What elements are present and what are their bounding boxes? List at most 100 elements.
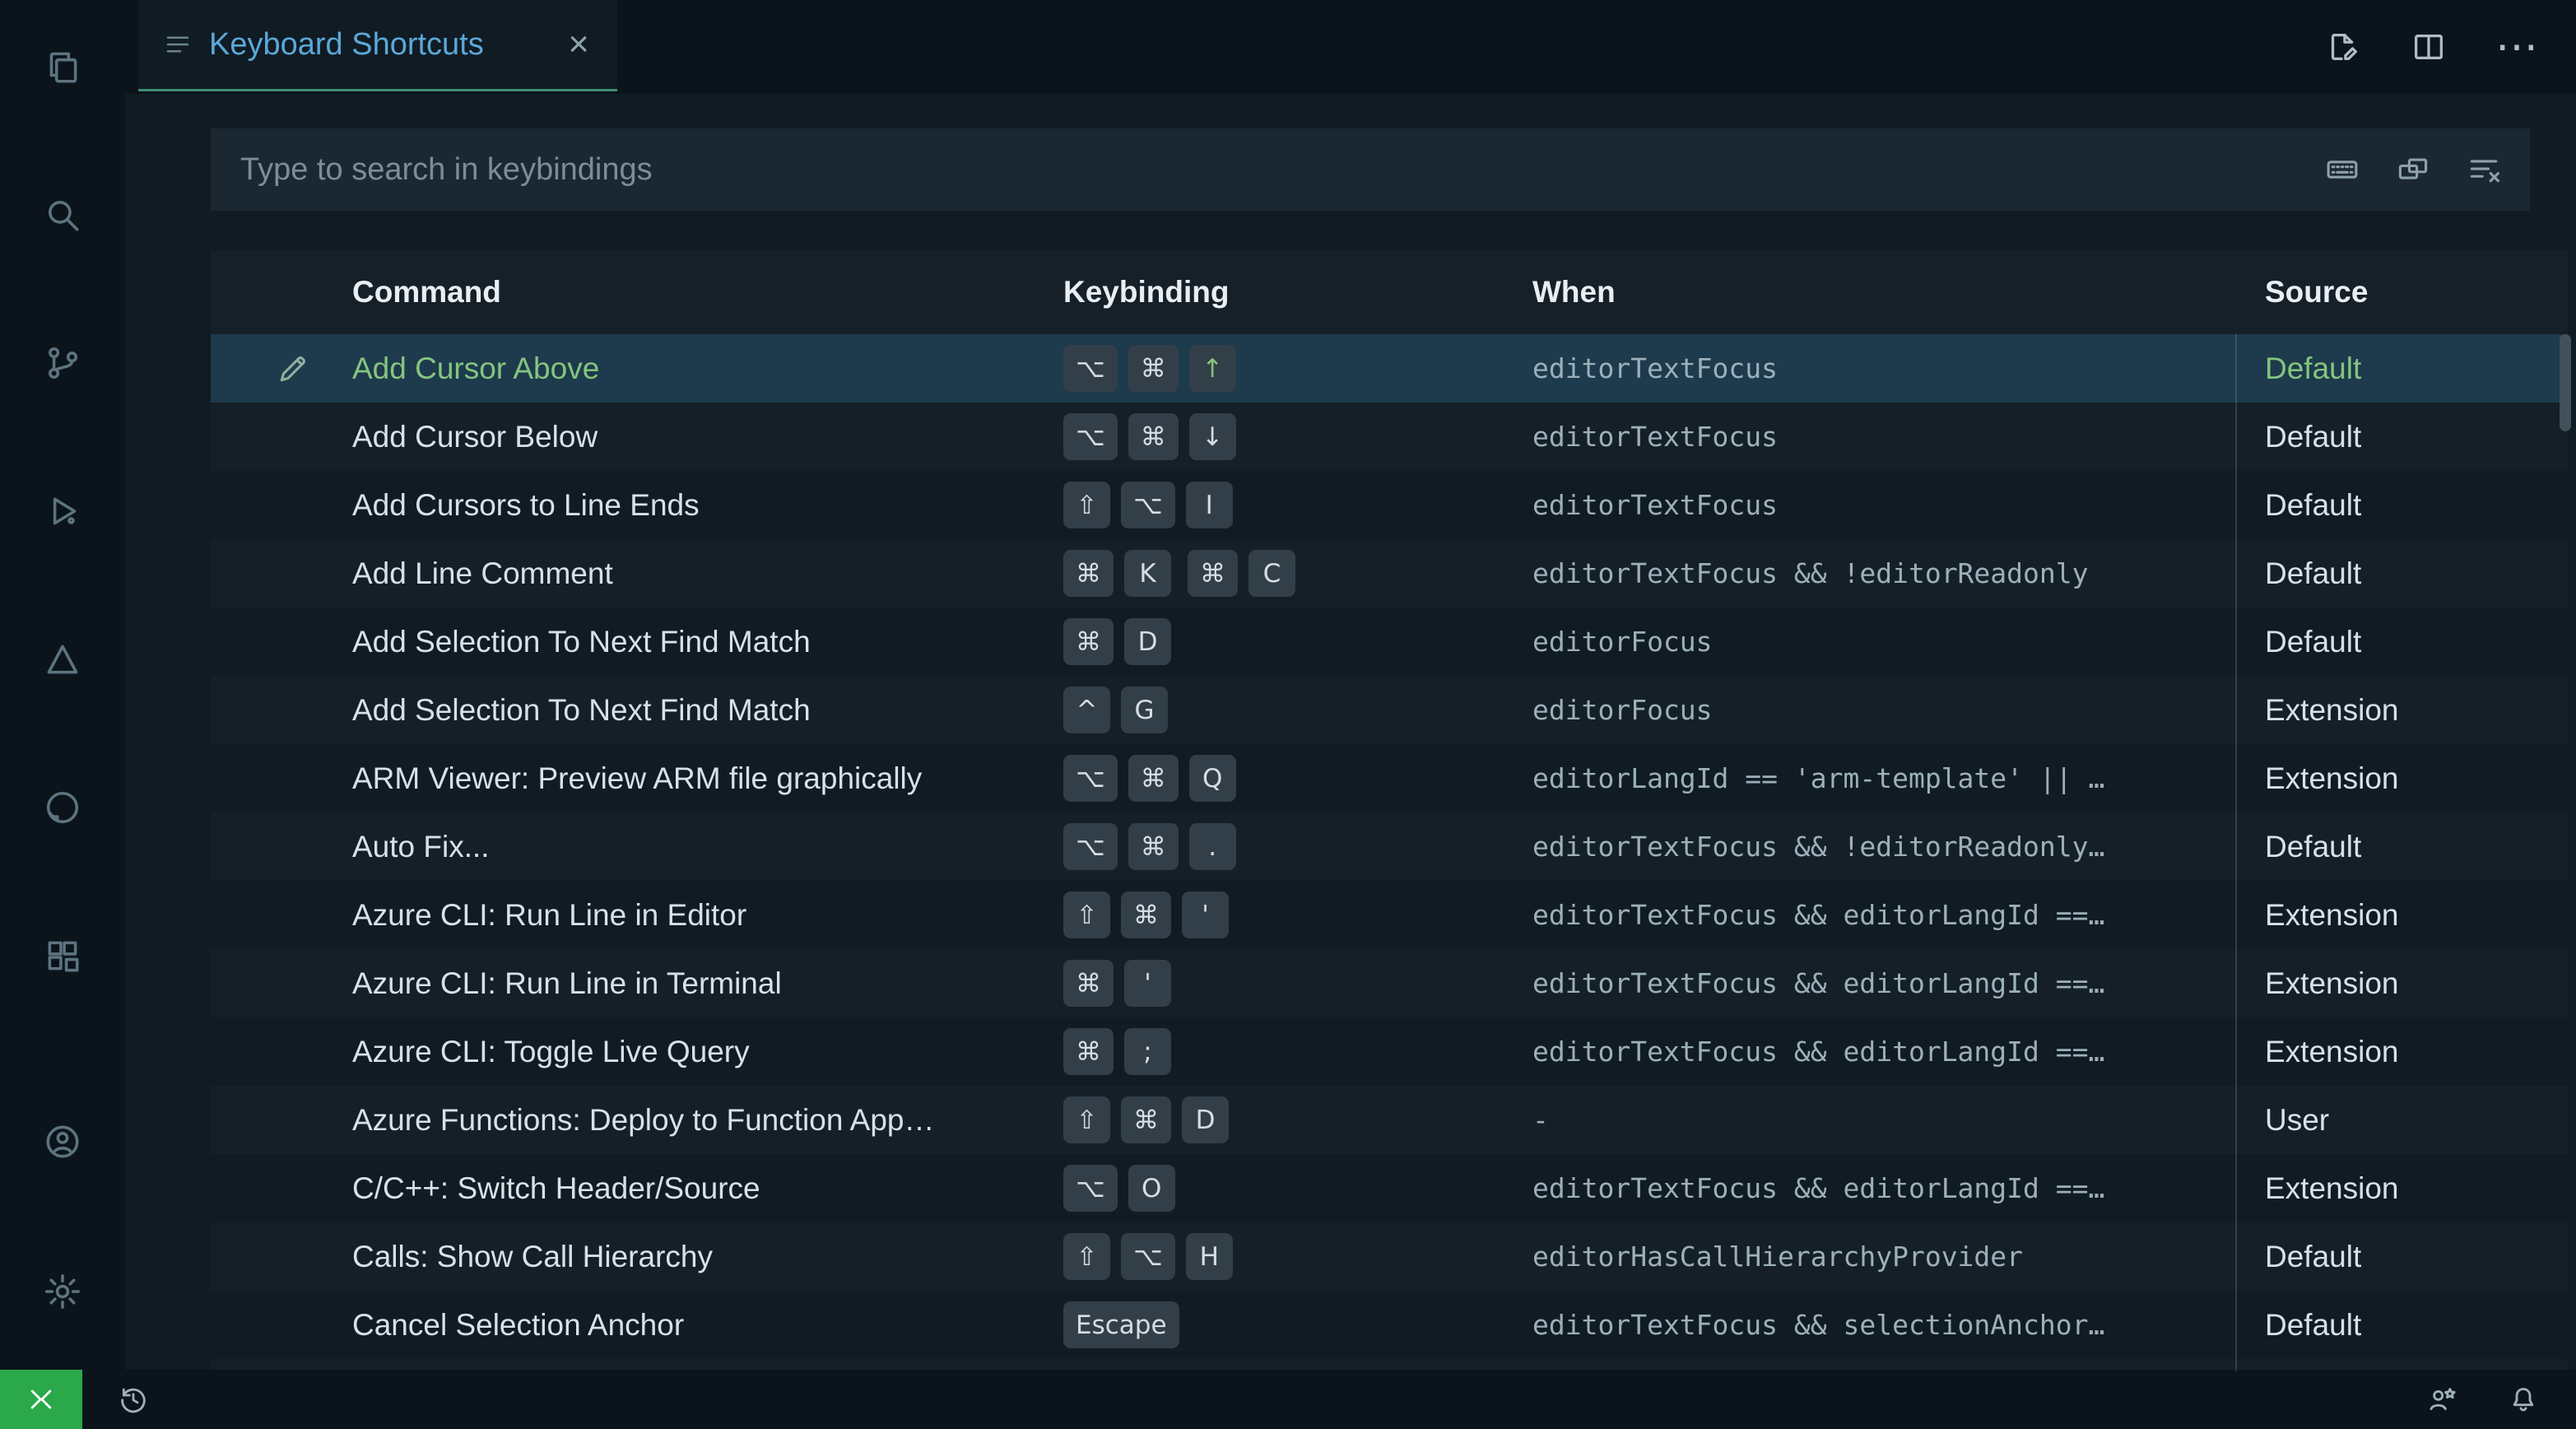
- key-chip: ⌥: [1121, 1233, 1175, 1280]
- keybinding-cell: ^G: [1063, 676, 1168, 744]
- table-row[interactable]: Azure CLI: Run Line in Editor ⇧⌘' editor…: [211, 881, 2568, 949]
- keybinding-cell: ⌘D: [1063, 607, 1171, 676]
- table-row[interactable]: Add Cursor Below ⌥⌘↓ editorTextFocus Def…: [211, 403, 2568, 471]
- bell-icon[interactable]: [2507, 1383, 2540, 1416]
- remote-indicator[interactable]: [0, 1370, 82, 1429]
- key-chip: ⌥: [1063, 345, 1118, 392]
- command-cell: Auto Fix...: [352, 812, 490, 881]
- key-chip: ': [1124, 960, 1171, 1007]
- key-chip: .: [1189, 823, 1236, 870]
- azure-icon[interactable]: [42, 639, 83, 680]
- command-cell: Azure CLI: Toggle Live Query: [352, 1017, 750, 1086]
- table-row[interactable]: Auto Fix... ⌥⌘. editorTextFocus && !edit…: [211, 812, 2568, 881]
- key-chip: ⌘: [1128, 345, 1179, 392]
- key-chord: ⌘C: [1188, 550, 1295, 597]
- when-cell: editorTextFocus && selectionAnchor…: [1532, 1291, 2104, 1359]
- table-row[interactable]: Add Line Comment ⌘K⌘C editorTextFocus &&…: [211, 539, 2568, 607]
- source-cell: Extension: [2265, 744, 2399, 812]
- table-row[interactable]: Azure Functions: Deploy to Function App……: [211, 1086, 2568, 1154]
- search-bar-icons: [2324, 151, 2502, 188]
- key-chip: ⌘: [1063, 618, 1114, 665]
- search-icon[interactable]: [42, 194, 83, 235]
- status-bar: [0, 1370, 2576, 1429]
- feedback-icon[interactable]: [2425, 1383, 2457, 1416]
- key-chord: ⌘K: [1063, 550, 1171, 597]
- key-chord: Escape: [1063, 1301, 1179, 1348]
- source-cell: User: [2265, 1086, 2329, 1154]
- when-cell: editorHasCallHierarchyProvider: [1532, 1222, 2023, 1291]
- keybinding-cell: ⌥⌘.: [1063, 812, 1236, 881]
- key-chip: ⌥: [1063, 1165, 1118, 1212]
- activity-bar-bottom: [0, 1121, 125, 1312]
- explorer-icon[interactable]: [42, 46, 83, 87]
- keyboard-icon[interactable]: [2324, 151, 2360, 188]
- key-chip: I: [1186, 482, 1233, 528]
- key-chord: ⇧⌘D: [1063, 1096, 1229, 1143]
- tab-bar: Keyboard Shortcuts × ⋯: [125, 0, 2576, 94]
- key-chip: ⌥: [1063, 413, 1118, 460]
- keybinding-cell: ⌘;: [1063, 1017, 1171, 1086]
- table-row[interactable]: ARM Viewer: Preview ARM file graphically…: [211, 744, 2568, 812]
- table-row[interactable]: Add Selection To Next Find Match ^G edit…: [211, 676, 2568, 744]
- extensions-icon[interactable]: [42, 935, 83, 976]
- command-cell: C/C++: Switch Header/Source: [352, 1154, 760, 1222]
- more-actions-icon[interactable]: ⋯: [2495, 0, 2540, 94]
- command-cell: Add Cursor Below: [352, 403, 598, 471]
- table-row[interactable]: Cancel Selection Anchor Escape editorTex…: [211, 1291, 2568, 1359]
- when-cell: editorFocus: [1532, 607, 1713, 676]
- key-chip: ↑: [1189, 345, 1236, 392]
- run-debug-icon[interactable]: [42, 491, 83, 532]
- keybinding-cell: ⇧⌘': [1063, 881, 1229, 949]
- keybinding-cell: ⇧⌥I: [1063, 471, 1233, 539]
- editor-actions: ⋯: [2324, 0, 2540, 94]
- record-keys-icon[interactable]: [2395, 151, 2431, 188]
- history-icon[interactable]: [117, 1383, 150, 1416]
- source-cell: Extension: [2265, 676, 2399, 744]
- key-chord: ^G: [1063, 687, 1168, 733]
- command-cell: Calls: Show Call Hierarchy: [352, 1222, 713, 1291]
- key-chip: ⌘: [1128, 823, 1179, 870]
- when-cell: editorTextFocus: [1532, 403, 1778, 471]
- key-chip: Q: [1189, 755, 1236, 802]
- settings-gear-icon[interactable]: [42, 1271, 83, 1312]
- table-row[interactable]: Calls: Show Call Hierarchy ⇧⌥H editorHas…: [211, 1222, 2568, 1291]
- command-cell: Add Cursor Above: [352, 334, 599, 403]
- key-chip: D: [1182, 1096, 1229, 1143]
- keybindings-search-bar: [211, 128, 2530, 211]
- when-cell: editorTextFocus: [1532, 471, 1778, 539]
- split-editor-icon[interactable]: [2410, 28, 2448, 66]
- key-chip: ⌘: [1121, 1096, 1171, 1143]
- command-cell: Azure CLI: Run Line in Terminal: [352, 949, 782, 1017]
- key-chip: K: [1124, 550, 1171, 597]
- account-icon[interactable]: [42, 1121, 83, 1162]
- key-chip: ⌘: [1063, 550, 1114, 597]
- table-row[interactable]: Azure CLI: Toggle Live Query ⌘; editorTe…: [211, 1017, 2568, 1086]
- open-keybindings-json-icon[interactable]: [2324, 28, 2362, 66]
- key-chord: ⌥⌘Q: [1063, 755, 1236, 802]
- key-chip: D: [1124, 618, 1171, 665]
- table-row[interactable]: Azure CLI: Run Line in Terminal ⌘' edito…: [211, 949, 2568, 1017]
- source-cell: Default: [2265, 812, 2361, 881]
- scrollbar-thumb[interactable]: [2560, 334, 2571, 431]
- source-column-separator: [2235, 334, 2237, 1371]
- table-row[interactable]: C/C++: Switch Header/Source ⌥O editorTex…: [211, 1154, 2568, 1222]
- key-chip: ⌘: [1063, 960, 1114, 1007]
- when-cell: editorLangId == 'arm-template' || …: [1532, 744, 2104, 812]
- key-chip: ': [1182, 891, 1229, 938]
- when-cell: editorTextFocus: [1532, 334, 1778, 403]
- source-control-icon[interactable]: [42, 342, 83, 384]
- clear-sort-icon[interactable]: [2466, 151, 2502, 188]
- key-chord: ⌥O: [1063, 1165, 1175, 1212]
- key-chip: ⌘: [1063, 1028, 1114, 1075]
- when-cell: editorTextFocus && !editorReadonly…: [1532, 812, 2104, 881]
- table-row[interactable]: Add Cursors to Line Ends ⇧⌥I editorTextF…: [211, 471, 2568, 539]
- key-chip: ;: [1124, 1028, 1171, 1075]
- key-chord: ⌥⌘↑: [1063, 345, 1236, 392]
- github-icon[interactable]: [42, 787, 83, 828]
- search-input[interactable]: [239, 151, 2324, 189]
- table-row[interactable]: Add Selection To Next Find Match ⌘D edit…: [211, 607, 2568, 676]
- tab-keyboard-shortcuts[interactable]: Keyboard Shortcuts ×: [138, 0, 617, 91]
- table-row[interactable]: Add Cursor Above ⌥⌘↑ editorTextFocus Def…: [211, 334, 2568, 403]
- source-cell: Default: [2265, 539, 2361, 607]
- close-icon[interactable]: ×: [565, 26, 593, 63]
